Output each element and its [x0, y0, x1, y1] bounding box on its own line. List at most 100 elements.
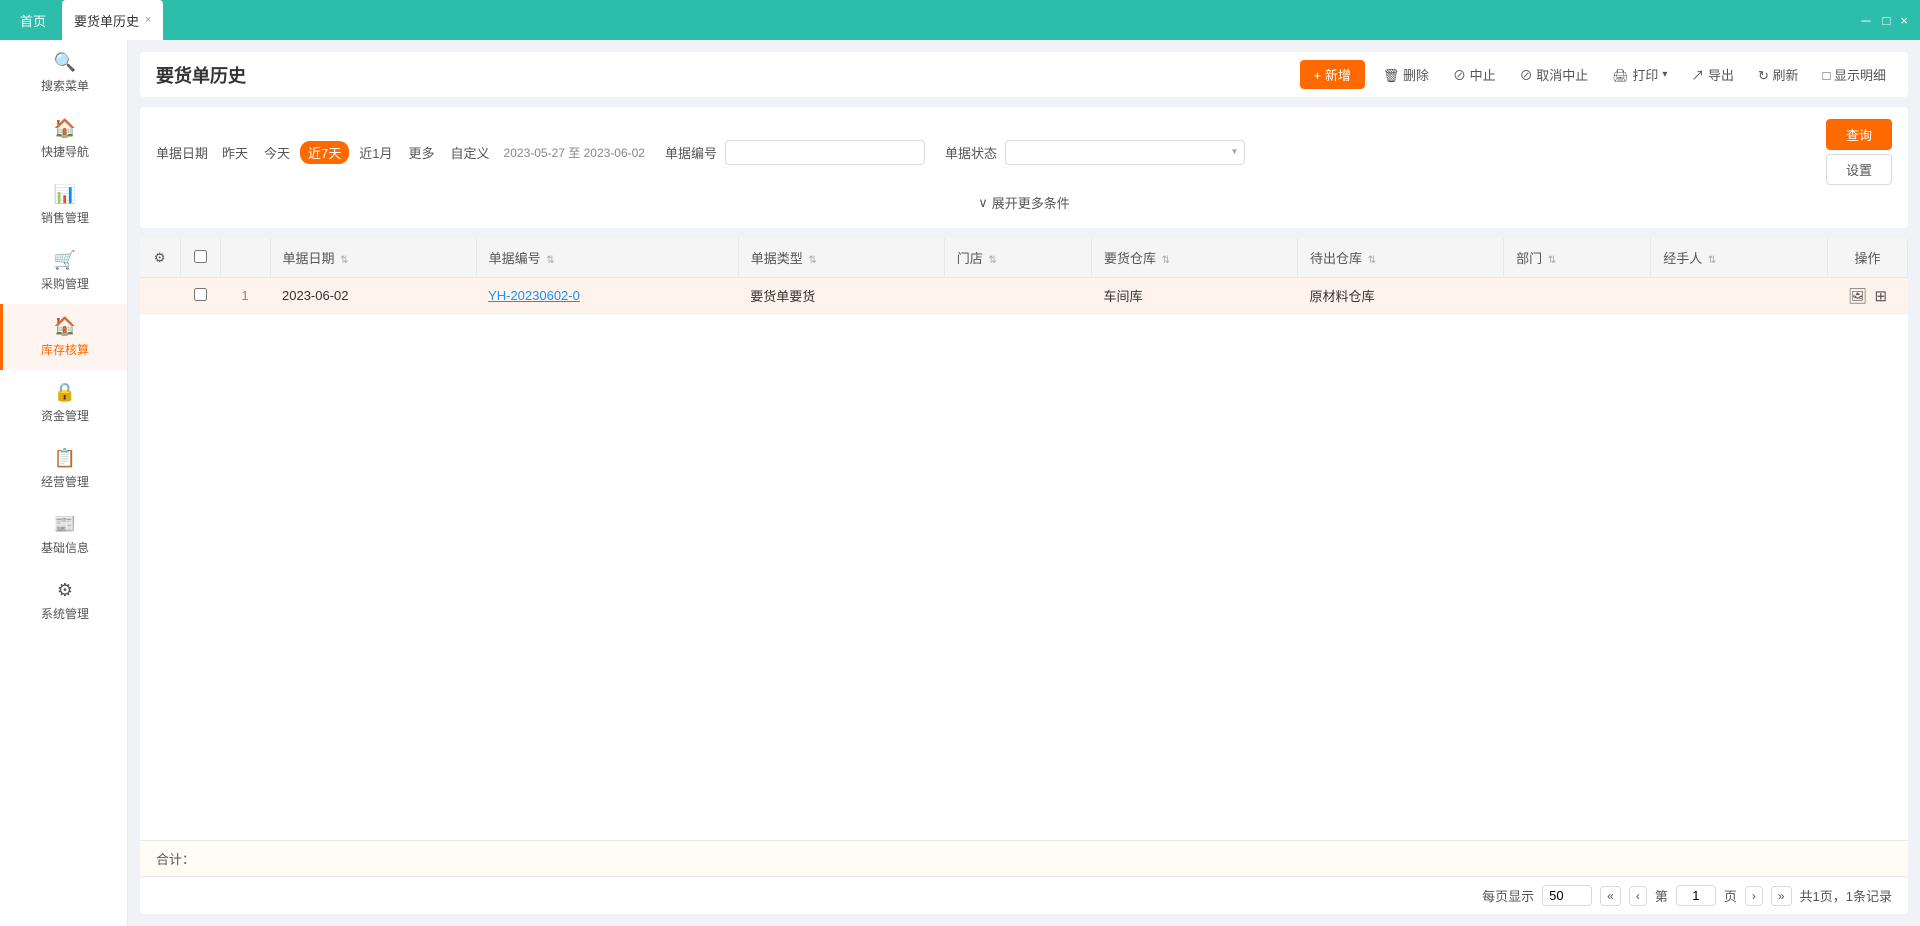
cancel-stop-button[interactable]: ⊘ 取消中止: [1514, 61, 1595, 88]
col-doc-no[interactable]: 单据编号 ⇅: [476, 238, 738, 278]
expand-more-button[interactable]: ∨ 展开更多条件: [156, 189, 1892, 216]
row-doc-no[interactable]: YH-20230602-0: [476, 278, 738, 314]
display-detail-button[interactable]: □ 显示明细: [1817, 61, 1892, 88]
page-title: 要货单历史: [156, 62, 246, 88]
date-filter-label: 单据日期: [156, 143, 208, 162]
date-option-more[interactable]: 更多: [403, 141, 441, 164]
col-checkbox: [180, 238, 220, 278]
system-icon: ⚙: [57, 580, 73, 601]
date-option-yesterday[interactable]: 昨天: [216, 141, 254, 164]
row-handler: [1651, 278, 1828, 314]
table-header-row: ⚙ 单据日期 ⇅ 单据编号 ⇅: [140, 238, 1908, 278]
sales-icon: 📊: [54, 184, 76, 205]
row-store: [944, 278, 1091, 314]
sidebar-item-label: 快捷导航: [41, 143, 89, 160]
finance-icon: 🔒: [54, 382, 76, 403]
sort-req-warehouse-icon[interactable]: ⇅: [1162, 255, 1170, 266]
col-req-warehouse[interactable]: 要货仓库 ⇅: [1091, 238, 1297, 278]
toolbar: + 新增 🗑 删除 ⊘ 中止 ⊘ 取消中止 🖨 打印 ▾ ↗ 导出 ↻ 刷新 □…: [1300, 60, 1892, 89]
select-all-checkbox[interactable]: [194, 250, 207, 263]
date-option-1month[interactable]: 近1月: [353, 141, 398, 164]
col-store[interactable]: 门店 ⇅: [944, 238, 1091, 278]
sort-doc-type-icon[interactable]: ⇅: [808, 255, 816, 266]
quick-nav-icon: 🏠: [54, 118, 76, 139]
stop-button[interactable]: ⊘ 中止: [1447, 61, 1502, 88]
current-page-prefix: 第: [1655, 886, 1668, 905]
row-pending-warehouse: 原材料仓库: [1298, 278, 1504, 314]
window-controls: － □ ×: [1860, 11, 1920, 30]
doc-no-input[interactable]: [725, 140, 925, 165]
row-more-icon[interactable]: ⊞: [1875, 288, 1888, 305]
sidebar-item-label: 搜索菜单: [41, 77, 89, 94]
row-checkbox-cell: [180, 278, 220, 314]
next-page-button[interactable]: ›: [1745, 886, 1763, 906]
close-icon[interactable]: ×: [1900, 13, 1908, 28]
query-button[interactable]: 查询: [1826, 119, 1892, 150]
date-filter-group: 单据日期 昨天 今天 近7天 近1月 更多 自定义 2023-05-27 至 2…: [156, 141, 645, 164]
content-area: 要货单历史 + 新增 🗑 删除 ⊘ 中止 ⊘ 取消中止 🖨 打印 ▾ ↗ 导出 …: [128, 40, 1920, 926]
sort-pending-warehouse-icon[interactable]: ⇅: [1368, 255, 1376, 266]
sidebar-item-quick-nav[interactable]: 🏠 快捷导航: [0, 106, 127, 172]
sidebar-item-system-mgmt[interactable]: ⚙ 系统管理: [0, 568, 127, 634]
tab-home[interactable]: 首页: [8, 0, 58, 40]
sidebar-item-operations-mgmt[interactable]: 📋 经营管理: [0, 436, 127, 502]
top-bar: 首页 要货单历史 × － □ ×: [0, 0, 1920, 40]
sidebar-item-inventory-calc[interactable]: 🏠 库存核算: [0, 304, 127, 370]
date-option-custom[interactable]: 自定义: [445, 141, 496, 164]
status-select-wrap: ▾: [1005, 140, 1245, 165]
col-handler[interactable]: 经手人 ⇅: [1651, 238, 1828, 278]
new-button[interactable]: + 新增: [1300, 60, 1365, 89]
row-view-icon[interactable]: 🖼: [1848, 288, 1867, 305]
total-info: 共1页，1条记录: [1800, 886, 1892, 905]
sidebar-item-purchase-mgmt[interactable]: 🛒 采购管理: [0, 238, 127, 304]
print-button[interactable]: 🖨 打印 ▾: [1606, 61, 1673, 88]
filter-section: 单据日期 昨天 今天 近7天 近1月 更多 自定义 2023-05-27 至 2…: [140, 107, 1908, 228]
page-size-select[interactable]: 50 10 20 100: [1542, 885, 1592, 906]
sort-store-icon[interactable]: ⇅: [988, 255, 996, 266]
sidebar-item-label: 资金管理: [41, 407, 89, 424]
col-doc-type[interactable]: 单据类型 ⇅: [738, 238, 944, 278]
prev-page-button[interactable]: ‹: [1629, 886, 1647, 906]
delete-button[interactable]: 🗑 删除: [1377, 61, 1435, 88]
date-range-text: 2023-05-27 至 2023-06-02: [504, 144, 645, 161]
expand-more-icon: ∨: [978, 195, 988, 211]
sort-department-icon[interactable]: ⇅: [1548, 255, 1556, 266]
sort-doc-date-icon[interactable]: ⇅: [340, 255, 348, 266]
col-settings[interactable]: ⚙: [140, 238, 180, 278]
sidebar-item-basic-info[interactable]: 📰 基础信息: [0, 502, 127, 568]
print-dropdown-icon[interactable]: ▾: [1662, 69, 1667, 80]
row-checkbox[interactable]: [194, 288, 207, 301]
minimize-icon[interactable]: －: [1860, 11, 1873, 30]
row-settings-cell: [140, 278, 180, 314]
status-select[interactable]: [1005, 140, 1245, 165]
filter-settings-button[interactable]: 设置: [1826, 154, 1892, 185]
sort-handler-icon[interactable]: ⇅: [1708, 255, 1716, 266]
col-action: 操作: [1828, 238, 1908, 278]
page-number-input[interactable]: [1676, 885, 1716, 906]
export-button[interactable]: ↗ 导出: [1685, 61, 1740, 88]
col-pending-warehouse[interactable]: 待出仓库 ⇅: [1298, 238, 1504, 278]
row-action-cell: 🖼 ⊞: [1828, 278, 1908, 314]
sidebar-item-label: 销售管理: [41, 209, 89, 226]
sidebar-item-sales-mgmt[interactable]: 📊 销售管理: [0, 172, 127, 238]
col-doc-date[interactable]: 单据日期 ⇅: [270, 238, 476, 278]
main-layout: 🔍 搜索菜单 🏠 快捷导航 📊 销售管理 🛒 采购管理 🏠 库存核算 🔒 资金管…: [0, 40, 1920, 926]
date-option-today[interactable]: 今天: [258, 141, 296, 164]
sidebar-item-search-menu[interactable]: 🔍 搜索菜单: [0, 40, 127, 106]
maximize-icon[interactable]: □: [1883, 13, 1891, 28]
refresh-button[interactable]: ↻ 刷新: [1752, 61, 1805, 88]
col-num: [220, 238, 270, 278]
sort-doc-no-icon[interactable]: ⇅: [546, 255, 554, 266]
last-page-button[interactable]: »: [1771, 886, 1792, 906]
close-tab-icon[interactable]: ×: [145, 14, 151, 26]
first-page-button[interactable]: «: [1600, 886, 1621, 906]
date-option-7days[interactable]: 近7天: [300, 141, 349, 164]
sidebar: 🔍 搜索菜单 🏠 快捷导航 📊 销售管理 🛒 采购管理 🏠 库存核算 🔒 资金管…: [0, 40, 128, 926]
col-department[interactable]: 部门 ⇅: [1504, 238, 1651, 278]
date-options: 昨天 今天 近7天 近1月 更多 自定义: [216, 141, 496, 164]
sidebar-item-finance-mgmt[interactable]: 🔒 资金管理: [0, 370, 127, 436]
filter-actions: 查询 设置: [1826, 119, 1892, 185]
tab-active[interactable]: 要货单历史 ×: [62, 0, 163, 40]
sidebar-item-label: 经营管理: [41, 473, 89, 490]
status-filter-group: 单据状态 ▾: [945, 140, 1245, 165]
